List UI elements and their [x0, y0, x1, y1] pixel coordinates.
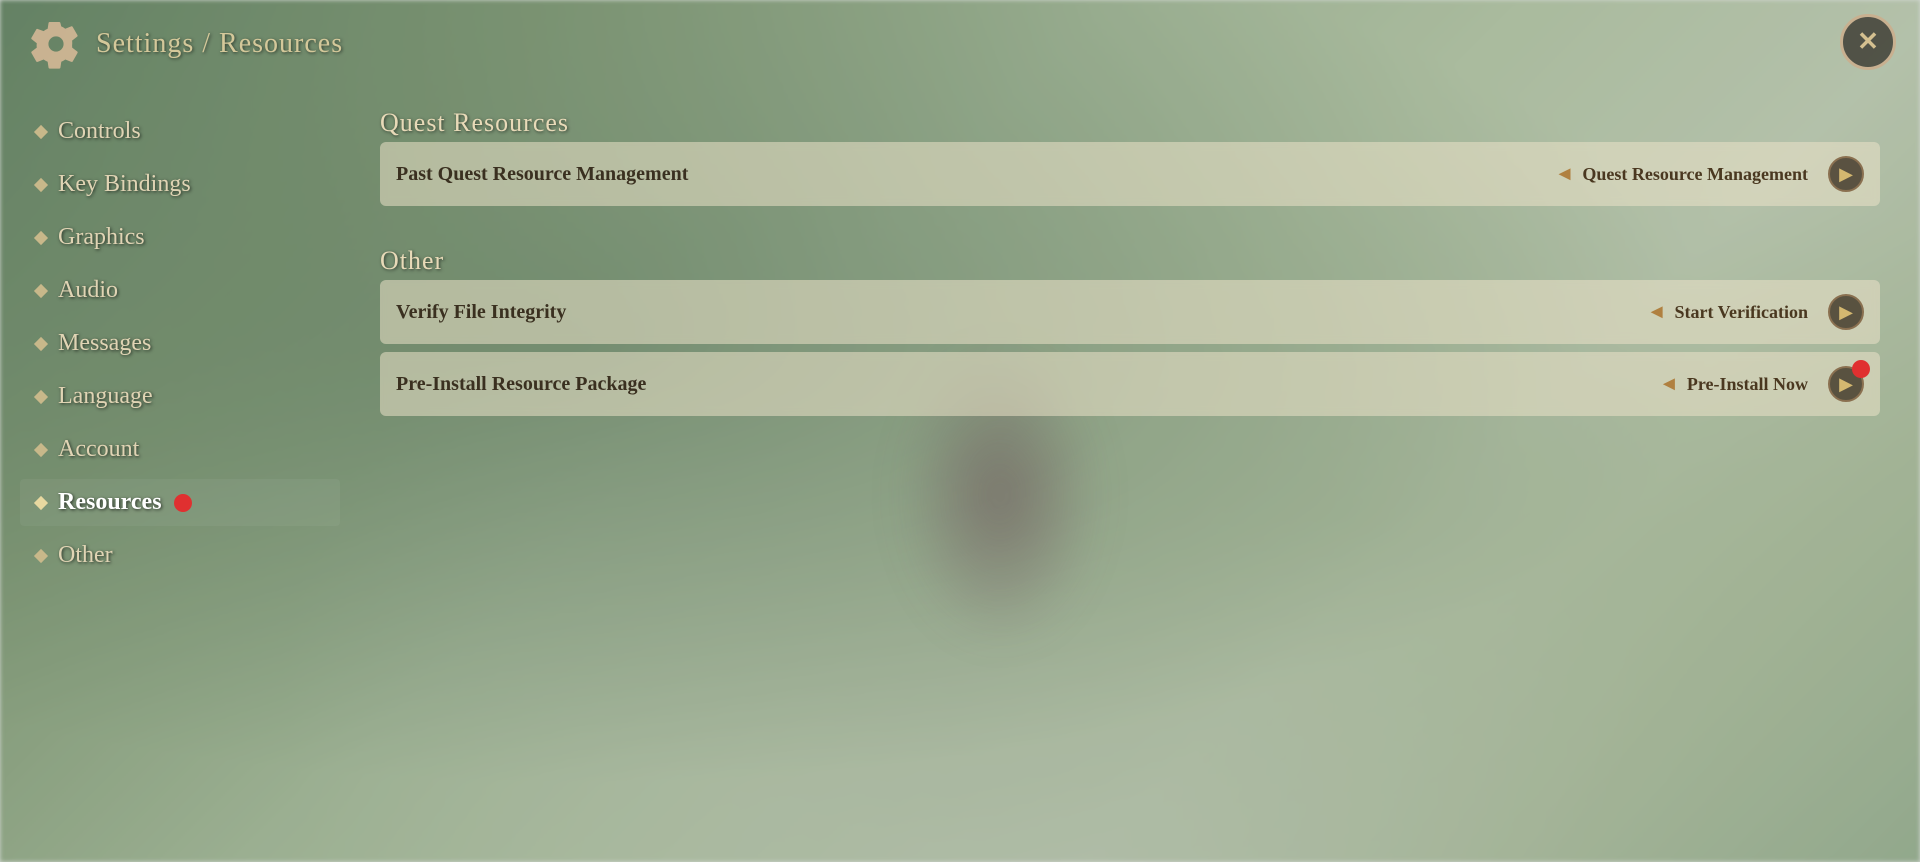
- diamond-icon: [34, 283, 48, 297]
- sidebar-item-label: Account: [58, 436, 139, 463]
- verify-file-row[interactable]: Verify File Integrity ◄ Start Verificati…: [380, 280, 1880, 344]
- past-quest-row[interactable]: Past Quest Resource Management ◄ Quest R…: [380, 142, 1880, 206]
- pre-install-badge: [1852, 360, 1870, 378]
- pre-install-value: Pre-Install Now: [1687, 374, 1808, 395]
- diamond-icon: [34, 389, 48, 403]
- gear-icon: [30, 18, 82, 70]
- sidebar-item-messages[interactable]: Messages: [20, 320, 340, 367]
- sidebar: Controls Key Bindings Graphics Audio Mes…: [20, 98, 340, 842]
- sidebar-item-account[interactable]: Account: [20, 426, 340, 473]
- diamond-icon: [34, 124, 48, 138]
- quest-resources-title: Quest Resources: [380, 108, 1880, 138]
- past-quest-label: Past Quest Resource Management: [396, 163, 1555, 186]
- sidebar-item-resources[interactable]: Resources: [20, 479, 340, 526]
- sidebar-item-label: Audio: [58, 277, 118, 304]
- diamond-icon: [34, 177, 48, 191]
- sidebar-item-label: Other: [58, 542, 113, 569]
- quest-resources-section: Quest Resources Past Quest Resource Mana…: [380, 108, 1880, 206]
- sidebar-item-language[interactable]: Language: [20, 373, 340, 420]
- sidebar-item-other[interactable]: Other: [20, 532, 340, 579]
- sidebar-item-label: Graphics: [58, 224, 145, 251]
- row-controls: ◄ Quest Resource Management ▶: [1555, 156, 1864, 192]
- sidebar-item-audio[interactable]: Audio: [20, 267, 340, 314]
- sidebar-item-label: Messages: [58, 330, 151, 357]
- arrow-left-icon: ◄: [1647, 301, 1667, 324]
- sidebar-item-label: Resources: [58, 489, 162, 516]
- content-area: Quest Resources Past Quest Resource Mana…: [360, 98, 1900, 842]
- arrow-left-icon: ◄: [1555, 163, 1575, 186]
- section-spacer: [380, 222, 1880, 230]
- diamond-icon: [34, 442, 48, 456]
- sidebar-item-label: Key Bindings: [58, 171, 191, 198]
- sidebar-item-controls[interactable]: Controls: [20, 108, 340, 155]
- arrow-right-button[interactable]: ▶: [1828, 156, 1864, 192]
- row-controls: ◄ Start Verification ▶: [1647, 294, 1864, 330]
- close-button[interactable]: ✕: [1840, 14, 1896, 70]
- sidebar-item-graphics[interactable]: Graphics: [20, 214, 340, 261]
- notification-badge: [174, 494, 192, 512]
- other-section: Other Verify File Integrity ◄ Start Veri…: [380, 246, 1880, 416]
- arrow-left-icon: ◄: [1659, 373, 1679, 396]
- sidebar-item-label: Controls: [58, 118, 141, 145]
- past-quest-value: Quest Resource Management: [1582, 164, 1808, 185]
- diamond-icon: [34, 230, 48, 244]
- pre-install-label: Pre-Install Resource Package: [396, 373, 1659, 396]
- header: Settings / Resources: [0, 0, 1920, 88]
- row-controls: ◄ Pre-Install Now ▶: [1659, 366, 1864, 402]
- sidebar-item-label: Language: [58, 383, 153, 410]
- main-content: Controls Key Bindings Graphics Audio Mes…: [0, 88, 1920, 862]
- verify-file-label: Verify File Integrity: [396, 301, 1647, 324]
- pre-install-row[interactable]: Pre-Install Resource Package ◄ Pre-Insta…: [380, 352, 1880, 416]
- arrow-right-button[interactable]: ▶: [1828, 294, 1864, 330]
- page-title: Settings / Resources: [96, 28, 343, 60]
- verify-file-value: Start Verification: [1675, 302, 1808, 323]
- settings-panel: Settings / Resources ✕ Controls Key Bind…: [0, 0, 1920, 862]
- sidebar-item-key-bindings[interactable]: Key Bindings: [20, 161, 340, 208]
- other-section-title: Other: [380, 246, 1880, 276]
- diamond-icon: [34, 495, 48, 509]
- diamond-icon: [34, 548, 48, 562]
- diamond-icon: [34, 336, 48, 350]
